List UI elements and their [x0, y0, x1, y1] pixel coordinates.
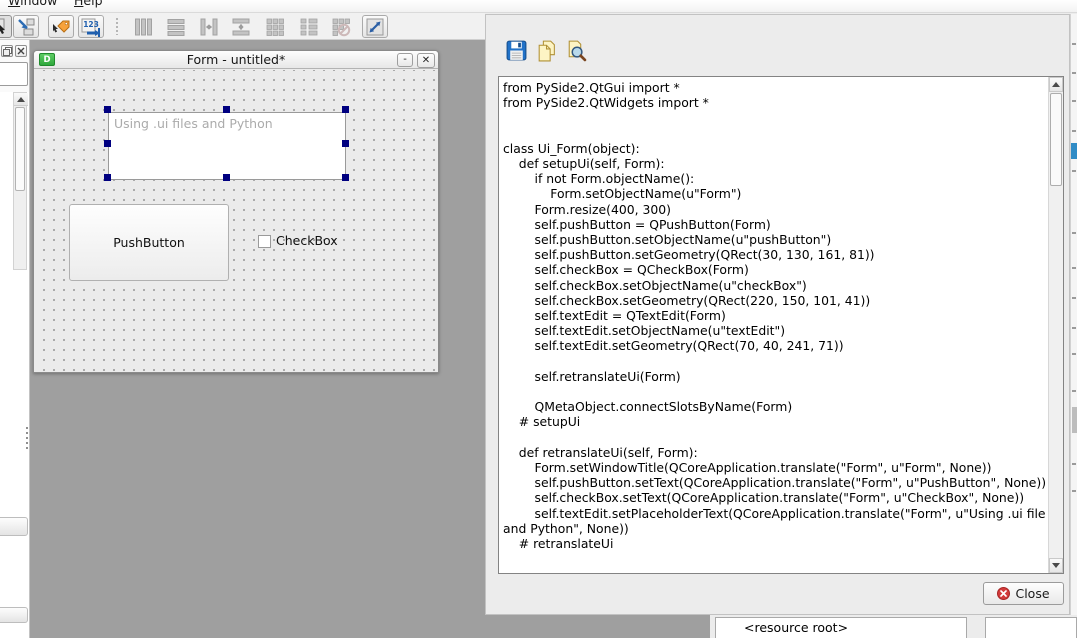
- selection-handle[interactable]: [342, 106, 349, 113]
- main-toolbar: 123: [0, 13, 485, 40]
- lay-out-vertically-icon: [165, 16, 187, 38]
- selection-handle[interactable]: [342, 174, 349, 181]
- form-designer-window: D Form - untitled* - ✕ Using .ui files a…: [33, 50, 439, 373]
- lay-out-vertically-in-splitter-icon: [230, 16, 252, 38]
- dock-close-icon: [17, 47, 25, 55]
- break-layout-icon: [330, 16, 352, 38]
- form-minimize-button[interactable]: -: [397, 53, 413, 67]
- copy-button[interactable]: [534, 38, 558, 62]
- dialog-close-icon: [997, 587, 1010, 600]
- toolbar-separator: [116, 18, 118, 35]
- menubar: Window Help: [0, 0, 1077, 13]
- save-icon: [505, 39, 528, 62]
- selection-handle[interactable]: [104, 140, 111, 147]
- scroll-up-icon: [17, 97, 25, 102]
- widget-category-row[interactable]: [0, 517, 28, 536]
- form-window-titlebar[interactable]: D Form - untitled* - ✕: [34, 51, 438, 69]
- qt-designer-screen: Window Help: [0, 0, 1077, 638]
- lay-out-in-a-grid-icon: [264, 16, 286, 38]
- selection-handle[interactable]: [104, 106, 111, 113]
- form-close-button[interactable]: ✕: [417, 53, 435, 68]
- lay-out-horizontally-in-splitter-icon: [198, 16, 220, 38]
- print-preview-button[interactable]: [563, 38, 587, 62]
- lay-out-horizontally-icon: [132, 16, 154, 38]
- resource-tree-panel[interactable]: <resource root>: [715, 617, 967, 638]
- selection-handle[interactable]: [223, 106, 230, 113]
- widget-filter-input[interactable]: [0, 62, 28, 86]
- edit-tab-order-button[interactable]: 123: [78, 15, 104, 38]
- splitter-handle[interactable]: [26, 427, 28, 452]
- scroll-down-button[interactable]: [1049, 558, 1063, 573]
- selection-handle[interactable]: [342, 140, 349, 147]
- resource-root-item[interactable]: <resource root>: [744, 620, 848, 635]
- lay-out-in-a-grid-button: [262, 15, 288, 38]
- lay-out-horizontally-in-splitter-button: [196, 15, 222, 38]
- lay-out-horizontally-button: [130, 15, 156, 38]
- scrollbar-grip-edge: [1072, 407, 1077, 433]
- form-canvas[interactable]: Using .ui files and Python PushButton Ch…: [35, 70, 437, 371]
- lay-out-in-a-form-layout-icon: [298, 16, 320, 38]
- menu-help[interactable]: Help: [74, 0, 103, 8]
- close-button-label: Close: [1015, 586, 1049, 601]
- lay-out-in-a-form-layout-button: [296, 15, 322, 38]
- menu-window[interactable]: Window: [8, 0, 57, 8]
- scrollbar-thumb[interactable]: [15, 107, 25, 191]
- scroll-up-button[interactable]: [1049, 77, 1063, 92]
- dock-float-button[interactable]: [1, 45, 13, 57]
- designed-checkbox-label[interactable]: CheckBox: [276, 233, 338, 248]
- selection-handle[interactable]: [223, 174, 230, 181]
- edit-signals-slots-button[interactable]: [13, 15, 39, 38]
- generated-code-view[interactable]: from PySide2.QtGui import * from PySide2…: [498, 76, 1064, 574]
- designed-checkbox-indicator[interactable]: [258, 235, 271, 248]
- selected-row-edge: [1071, 143, 1077, 159]
- resource-preview-panel[interactable]: [985, 617, 1077, 638]
- scrollbar-thumb[interactable]: [1050, 93, 1062, 186]
- save-button[interactable]: [504, 38, 528, 62]
- print-preview-icon: [564, 39, 587, 62]
- lay-out-vertically-in-splitter-button: [228, 15, 254, 38]
- edit-signals-slots-icon: [15, 16, 37, 38]
- generated-python-code[interactable]: from PySide2.QtGui import * from PySide2…: [503, 80, 1045, 571]
- edit-buddies-icon: [50, 16, 72, 38]
- code-scrollbar[interactable]: [1048, 77, 1063, 573]
- edit-buddies-button[interactable]: [48, 15, 74, 38]
- widget-box-list[interactable]: [0, 92, 29, 638]
- dock-close-button[interactable]: [15, 45, 27, 57]
- svg-text:123: 123: [83, 20, 99, 29]
- designed-pushbutton[interactable]: PushButton: [69, 204, 229, 281]
- edit-widgets-icon: [0, 16, 10, 38]
- code-preview-dialog: from PySide2.QtGui import * from PySide2…: [485, 14, 1070, 615]
- close-button[interactable]: Close: [983, 582, 1064, 605]
- adjust-size-button[interactable]: [362, 15, 388, 38]
- dock-float-icon: [3, 47, 12, 56]
- scroll-down-icon: [1052, 563, 1060, 568]
- form-window-title: Form - untitled*: [34, 52, 438, 67]
- lay-out-vertically-button: [163, 15, 189, 38]
- scroll-up-icon: [1052, 82, 1060, 87]
- adjust-size-icon: [364, 16, 386, 38]
- widget-box-panel: [0, 40, 30, 638]
- selection-handle[interactable]: [104, 174, 111, 181]
- widget-box-scrollbar[interactable]: [13, 92, 27, 270]
- break-layout-button: [328, 15, 354, 38]
- designed-textedit[interactable]: Using .ui files and Python: [108, 112, 346, 180]
- widget-category-row[interactable]: [0, 607, 28, 623]
- property-panel-edge: [1070, 14, 1077, 615]
- textedit-placeholder: Using .ui files and Python: [114, 116, 273, 131]
- copy-icon: [535, 39, 558, 62]
- edit-widgets-button[interactable]: [0, 15, 12, 38]
- resource-browser-dock: <resource root>: [710, 615, 1077, 638]
- edit-tab-order-icon: 123: [80, 16, 102, 38]
